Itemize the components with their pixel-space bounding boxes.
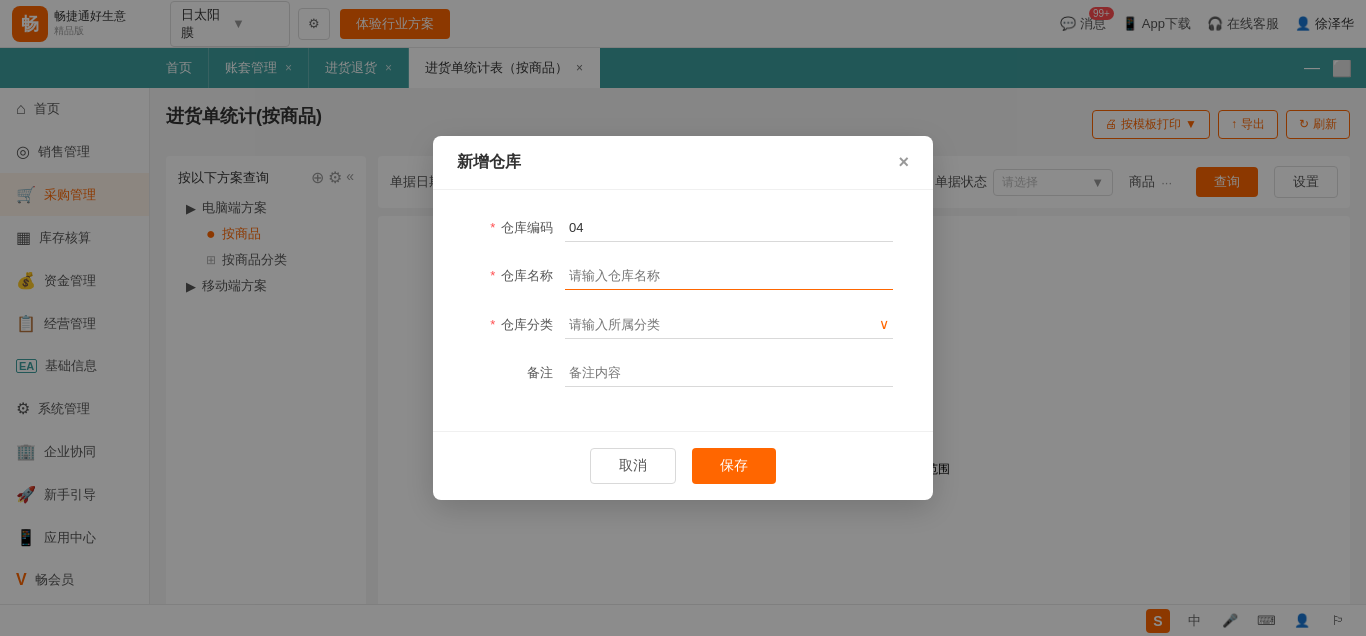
category-dropdown-icon[interactable]: ∨	[879, 316, 889, 332]
modal-new-warehouse: 新增仓库 × * 仓库编码 * 仓库名称	[433, 136, 933, 500]
form-row-category: * 仓库分类 ∨	[473, 310, 893, 339]
modal-title: 新增仓库	[457, 152, 521, 173]
modal-footer: 取消 保存	[433, 431, 933, 500]
form-row-code: * 仓库编码	[473, 214, 893, 242]
modal-overlay: 新增仓库 × * 仓库编码 * 仓库名称	[0, 0, 1366, 636]
warehouse-code-input[interactable]	[565, 214, 893, 242]
warehouse-category-select[interactable]: ∨	[565, 310, 893, 339]
form-row-name: * 仓库名称	[473, 262, 893, 290]
modal-body: * 仓库编码 * 仓库名称 * 仓库分类	[433, 190, 933, 431]
warehouse-code-label: * 仓库编码	[473, 219, 553, 237]
warehouse-name-input[interactable]	[565, 262, 893, 290]
cancel-button[interactable]: 取消	[590, 448, 676, 484]
form-row-remark: 备注	[473, 359, 893, 387]
warehouse-name-label: * 仓库名称	[473, 267, 553, 285]
remark-label: 备注	[473, 364, 553, 382]
warehouse-category-input[interactable]	[569, 317, 879, 332]
modal-close-button[interactable]: ×	[898, 152, 909, 173]
modal-header: 新增仓库 ×	[433, 136, 933, 190]
remark-input[interactable]	[565, 359, 893, 387]
save-button[interactable]: 保存	[692, 448, 776, 484]
warehouse-category-label: * 仓库分类	[473, 316, 553, 334]
